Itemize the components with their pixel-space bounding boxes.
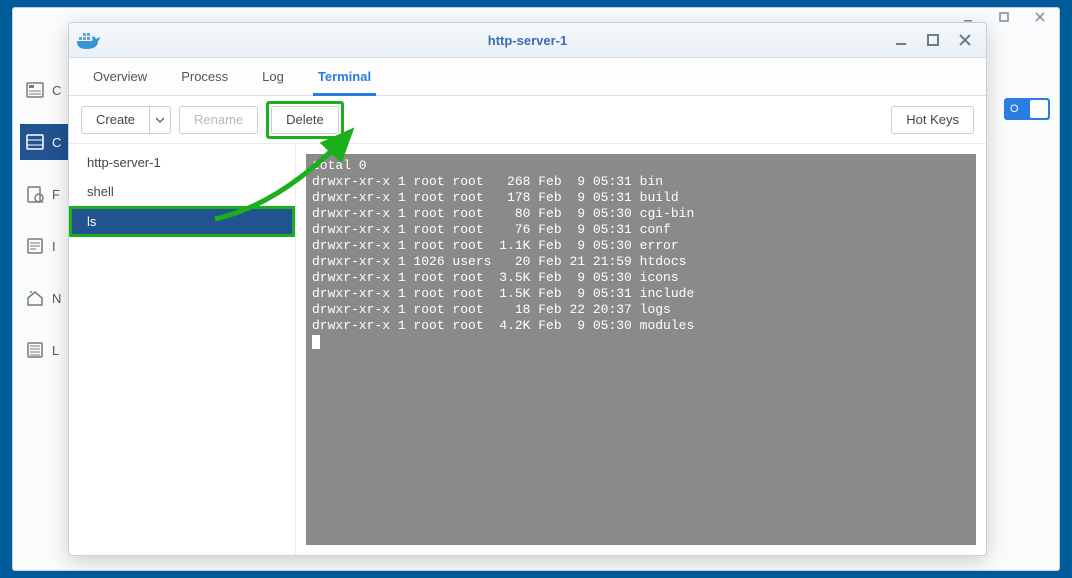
tab-bar: Overview Process Log Terminal bbox=[69, 58, 986, 96]
tab-process[interactable]: Process bbox=[181, 58, 228, 95]
session-item-shell[interactable]: shell bbox=[69, 177, 295, 206]
toolbar: Create Rename Delete Hot Keys bbox=[69, 96, 986, 144]
minimize-icon[interactable] bbox=[886, 28, 916, 52]
bg-sidebar: C C F I N L bbox=[20, 72, 72, 368]
toggle-knob bbox=[1030, 100, 1048, 118]
bg-sidebar-container[interactable]: C bbox=[20, 124, 72, 160]
bg-sidebar-log[interactable]: L bbox=[20, 332, 72, 368]
bg-close-icon[interactable] bbox=[1026, 8, 1054, 26]
window-controls bbox=[886, 28, 980, 52]
bg-toggle-switch[interactable]: O bbox=[1004, 98, 1050, 120]
dialog-titlebar[interactable]: http-server-1 bbox=[69, 23, 986, 58]
bg-maximize-icon[interactable] bbox=[990, 8, 1018, 26]
close-icon[interactable] bbox=[950, 28, 980, 52]
bg-sidebar-label: I bbox=[52, 239, 56, 254]
create-button[interactable]: Create bbox=[81, 106, 149, 134]
body-area: http-server-1 shell ls total 0 drwxr-xr-… bbox=[69, 144, 986, 555]
session-list: http-server-1 shell ls bbox=[69, 144, 296, 555]
create-dropdown-button[interactable] bbox=[149, 106, 171, 134]
session-item-http[interactable]: http-server-1 bbox=[69, 148, 295, 177]
session-item-ls[interactable]: ls bbox=[69, 206, 295, 237]
docker-whale-icon bbox=[75, 26, 103, 54]
bg-sidebar-registry[interactable]: F bbox=[20, 176, 72, 212]
tab-overview[interactable]: Overview bbox=[93, 58, 147, 95]
bg-sidebar-label: C bbox=[52, 83, 61, 98]
bg-sidebar-image[interactable]: I bbox=[20, 228, 72, 264]
rename-button[interactable]: Rename bbox=[179, 106, 258, 134]
delete-button[interactable]: Delete bbox=[271, 106, 339, 134]
terminal-cursor bbox=[312, 335, 320, 349]
bg-sidebar-label: L bbox=[52, 343, 59, 358]
create-button-group: Create bbox=[81, 106, 171, 134]
toggle-on-label: O bbox=[1010, 103, 1019, 115]
tab-log[interactable]: Log bbox=[262, 58, 284, 95]
tab-terminal[interactable]: Terminal bbox=[318, 58, 371, 95]
bg-sidebar-label: C bbox=[52, 135, 61, 150]
hotkeys-button[interactable]: Hot Keys bbox=[891, 106, 974, 134]
bg-sidebar-label: F bbox=[52, 187, 60, 202]
container-dialog: http-server-1 Overview Process Log Termi… bbox=[68, 22, 987, 556]
delete-highlight: Delete bbox=[266, 101, 344, 139]
chevron-down-icon bbox=[156, 116, 164, 124]
terminal-output[interactable]: total 0 drwxr-xr-x 1 root root 268 Feb 9… bbox=[306, 154, 976, 545]
terminal-area: total 0 drwxr-xr-x 1 root root 268 Feb 9… bbox=[296, 144, 986, 555]
bg-sidebar-label: N bbox=[52, 291, 61, 306]
dialog-title: http-server-1 bbox=[488, 33, 567, 48]
maximize-icon[interactable] bbox=[918, 28, 948, 52]
bg-sidebar-overview[interactable]: C bbox=[20, 72, 72, 108]
bg-sidebar-network[interactable]: N bbox=[20, 280, 72, 316]
